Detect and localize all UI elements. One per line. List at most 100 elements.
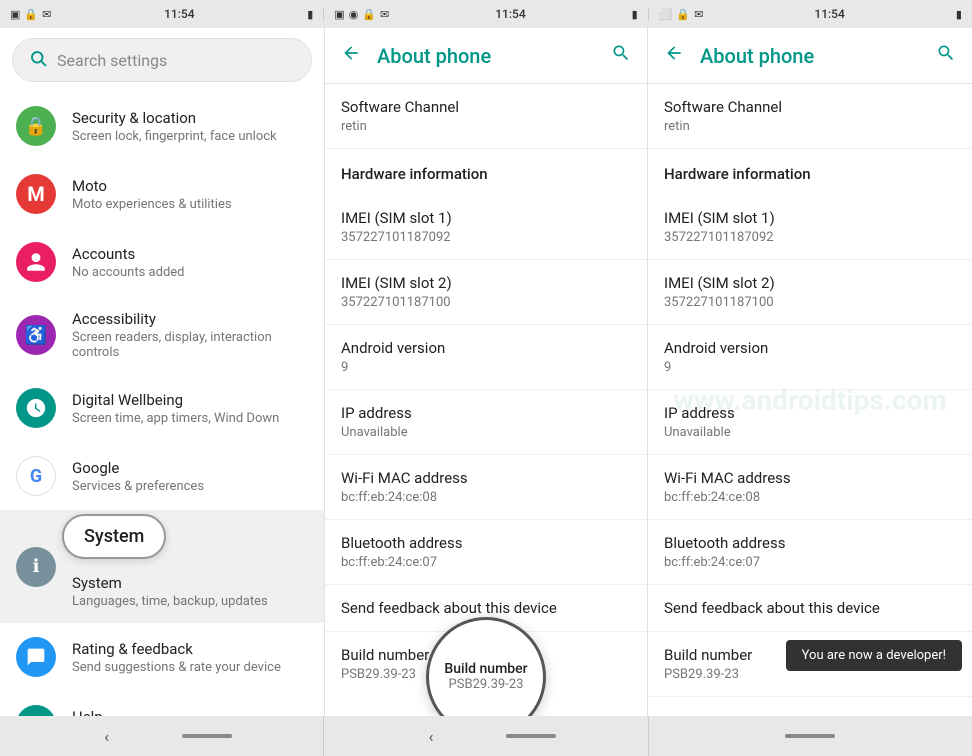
info-item-ip[interactable]: IP address Unavailable bbox=[325, 390, 647, 455]
settings-item-moto[interactable]: M Moto Moto experiences & utilities bbox=[0, 160, 324, 228]
nav-left: ‹ bbox=[0, 716, 324, 756]
google-title: Google bbox=[72, 459, 308, 477]
status-time-left: 11:54 bbox=[164, 7, 194, 21]
right-info-item-software-channel[interactable]: Software Channel retin bbox=[648, 84, 972, 149]
photos-icon: ⬜ bbox=[659, 8, 673, 21]
right-info-item-build[interactable]: Build number PSB29.39-23 You are now a d… bbox=[648, 632, 972, 697]
build-circle-title: Build number bbox=[444, 661, 527, 677]
settings-item-accounts[interactable]: Accounts No accounts added bbox=[0, 228, 324, 296]
search-placeholder: Search settings bbox=[57, 51, 167, 70]
about-panel-middle: About phone Software Channel retin Hardw… bbox=[325, 28, 648, 716]
right-info-item-wifi-mac[interactable]: Wi-Fi MAC address bc:ff:eb:24:ce:08 bbox=[648, 455, 972, 520]
nav-home-left[interactable] bbox=[182, 734, 232, 738]
accessibility-title: Accessibility bbox=[72, 310, 308, 328]
msg-icon: ✉ bbox=[42, 8, 51, 21]
digitalwellbeing-subtitle: Screen time, app timers, Wind Down bbox=[72, 411, 308, 426]
right-panel-inner: Software Channel retin Hardware informat… bbox=[648, 84, 972, 716]
digitalwellbeing-title: Digital Wellbeing bbox=[72, 391, 308, 409]
about-panel-right: About phone Software Channel retin Hardw… bbox=[648, 28, 972, 716]
battery-icon-left: ▮ bbox=[307, 8, 313, 21]
right-info-item-android[interactable]: Android version 9 bbox=[648, 325, 972, 390]
moto-subtitle: Moto experiences & utilities bbox=[72, 197, 308, 212]
nav-home-middle[interactable] bbox=[506, 734, 556, 738]
msg3-icon: ✉ bbox=[694, 8, 703, 21]
rating-icon bbox=[16, 637, 56, 677]
middle-back-button[interactable] bbox=[333, 35, 369, 77]
right-info-item-feedback[interactable]: Send feedback about this device bbox=[648, 585, 972, 632]
settings-item-digitalwellbeing[interactable]: Digital Wellbeing Screen time, app timer… bbox=[0, 374, 324, 442]
status-bar: ▣ 🔒 ✉ 11:54 ▮ ▣ ◉ 🔒 ✉ 11:54 ▮ ⬜ 🔒 ✉ 11:5… bbox=[0, 0, 972, 28]
middle-panel-title: About phone bbox=[377, 44, 595, 68]
system-title: System bbox=[72, 574, 308, 592]
search-bar[interactable]: Search settings bbox=[12, 38, 312, 82]
info-item-imei1[interactable]: IMEI (SIM slot 1) 357227101187092 bbox=[325, 195, 647, 260]
left-status-icons: ▣ 🔒 ✉ bbox=[10, 8, 51, 21]
info-item-software-channel[interactable]: Software Channel retin bbox=[325, 84, 647, 149]
info-item-bt-address[interactable]: Bluetooth address bc:ff:eb:24:ce:07 bbox=[325, 520, 647, 585]
google-subtitle: Services & preferences bbox=[72, 479, 308, 494]
search-icon bbox=[29, 49, 47, 71]
right-panel-title: About phone bbox=[700, 44, 920, 68]
help-icon: ? bbox=[16, 705, 56, 716]
middle-search-button[interactable] bbox=[603, 35, 639, 76]
info-header-hardware: Hardware information bbox=[325, 149, 647, 195]
system-icon: ℹ bbox=[16, 547, 56, 587]
moto-icon: M bbox=[16, 174, 56, 214]
system-subtitle: Languages, time, backup, updates bbox=[72, 594, 308, 609]
moto-title: Moto bbox=[72, 177, 308, 195]
middle-status-icons: ▣ ◉ 🔒 ✉ bbox=[334, 8, 389, 21]
info-item-imei2[interactable]: IMEI (SIM slot 2) 357227101187100 bbox=[325, 260, 647, 325]
right-status-icons: ⬜ 🔒 ✉ bbox=[659, 8, 704, 21]
accounts-icon bbox=[16, 242, 56, 282]
settings-item-security[interactable]: 🔒 Security & location Screen lock, finge… bbox=[0, 92, 324, 160]
build-circle-value: PSB29.39-23 bbox=[449, 677, 524, 692]
sim2-icon: ▣ bbox=[334, 8, 344, 21]
developer-toast: You are now a developer! bbox=[786, 640, 962, 671]
right-info-item-imei2[interactable]: IMEI (SIM slot 2) 357227101187100 bbox=[648, 260, 972, 325]
security-subtitle: Screen lock, fingerprint, face unlock bbox=[72, 129, 308, 144]
google-icon: G bbox=[16, 456, 56, 496]
lock3-icon: 🔒 bbox=[676, 8, 690, 21]
info-item-wifi-mac[interactable]: Wi-Fi MAC address bc:ff:eb:24:ce:08 bbox=[325, 455, 647, 520]
rating-title: Rating & feedback bbox=[72, 640, 308, 658]
sim-icon: ▣ bbox=[10, 8, 20, 21]
battery-icon-middle: ▮ bbox=[632, 8, 638, 21]
right-info-item-imei1[interactable]: IMEI (SIM slot 1) 357227101187092 bbox=[648, 195, 972, 260]
settings-item-system[interactable]: ℹ System System Languages, time, backup,… bbox=[0, 510, 324, 623]
settings-item-google[interactable]: G Google Services & preferences bbox=[0, 442, 324, 510]
nav-back-left[interactable]: ‹ bbox=[92, 726, 122, 746]
main-layout: Search settings 🔒 Security & location Sc… bbox=[0, 28, 972, 716]
right-back-button[interactable] bbox=[656, 35, 692, 77]
nav-middle: ‹ bbox=[324, 716, 648, 756]
info-item-android-version[interactable]: Android version 9 bbox=[325, 325, 647, 390]
security-title: Security & location bbox=[72, 109, 308, 127]
status-bar-middle: ▣ ◉ 🔒 ✉ 11:54 ▮ bbox=[324, 7, 648, 21]
status-bar-left: ▣ 🔒 ✉ 11:54 ▮ bbox=[0, 7, 324, 21]
right-panel-header: About phone bbox=[648, 28, 972, 84]
system-tooltip-bubble: System bbox=[62, 514, 166, 559]
accessibility-subtitle: Screen readers, display, interaction con… bbox=[72, 330, 308, 360]
right-info-list: Software Channel retin Hardware informat… bbox=[648, 84, 972, 697]
accounts-subtitle: No accounts added bbox=[72, 265, 308, 280]
nav-home-right[interactable] bbox=[785, 734, 835, 738]
lock-icon: 🔒 bbox=[24, 8, 38, 21]
status-time-middle: 11:54 bbox=[495, 7, 525, 21]
accessibility-icon: ♿ bbox=[16, 315, 56, 355]
settings-item-accessibility[interactable]: ♿ Accessibility Screen readers, display,… bbox=[0, 296, 324, 374]
middle-info-list: Software Channel retin Hardware informat… bbox=[325, 84, 647, 716]
accounts-title: Accounts bbox=[72, 245, 308, 263]
status-bar-right: ⬜ 🔒 ✉ 11:54 ▮ bbox=[649, 7, 972, 21]
rating-subtitle: Send suggestions & rate your device bbox=[72, 660, 308, 675]
lock2-icon: 🔒 bbox=[362, 8, 376, 21]
right-info-item-ip[interactable]: IP address Unavailable bbox=[648, 390, 972, 455]
build-circle-overlay: Build number PSB29.39-23 bbox=[426, 617, 546, 717]
right-info-item-bt[interactable]: Bluetooth address bc:ff:eb:24:ce:07 bbox=[648, 520, 972, 585]
middle-panel-header: About phone bbox=[325, 28, 647, 84]
settings-item-help[interactable]: ? Help How-to & troubleshooting topics bbox=[0, 691, 324, 716]
settings-item-rating[interactable]: Rating & feedback Send suggestions & rat… bbox=[0, 623, 324, 691]
nav-back-middle[interactable]: ‹ bbox=[416, 726, 446, 746]
digitalwellbeing-icon bbox=[16, 388, 56, 428]
security-icon: 🔒 bbox=[16, 106, 56, 146]
right-search-button[interactable] bbox=[928, 35, 964, 76]
info-item-build-number[interactable]: Build number PSB29.39-23 Build number PS… bbox=[325, 632, 647, 716]
